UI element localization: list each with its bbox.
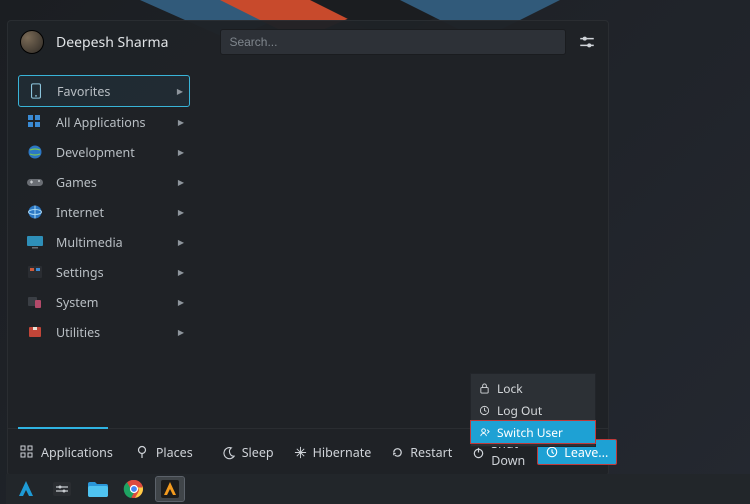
chevron-right-icon: ▶ [178,117,184,128]
category-list: Favorites ▶ All Applications ▶ Developme… [8,63,200,359]
tools-icon [26,263,44,281]
clock-icon [546,446,558,458]
category-label: Development [56,144,135,161]
chevron-right-icon: ▶ [177,86,183,97]
app-launcher-panel: Deepesh Sharma Favorites ▶ All Applicati… [7,20,609,476]
monitor-icon [26,233,44,251]
category-settings[interactable]: Settings ▶ [18,257,190,287]
category-development[interactable]: Development ▶ [18,137,190,167]
taskbar-settings[interactable] [48,477,76,501]
taskbar-app-active[interactable] [156,477,184,501]
tab-label: Places [156,444,193,461]
taskbar-arch-launcher[interactable] [12,477,40,501]
power-icon [472,446,485,459]
chevron-right-icon: ▶ [178,267,184,278]
globe-icon [26,143,44,161]
snowflake-icon [294,446,307,459]
apps-icon [20,445,34,459]
tab-applications[interactable]: Applications [20,444,113,461]
taskbar-chrome[interactable] [120,477,148,501]
category-label: Internet [56,204,104,221]
category-favorites[interactable]: Favorites ▶ [18,75,190,107]
category-label: Multimedia [56,234,123,251]
clock-icon [479,405,490,416]
category-utilities[interactable]: Utilities ▶ [18,317,190,347]
search-input[interactable] [220,29,566,55]
power-label: Restart [410,444,452,461]
chevron-right-icon: ▶ [178,177,184,188]
phone-icon [27,82,45,100]
chevron-right-icon: ▶ [178,207,184,218]
chevron-right-icon: ▶ [178,297,184,308]
category-internet[interactable]: Internet ▶ [18,197,190,227]
category-label: Utilities [56,324,100,341]
restart-icon [391,446,404,459]
chrome-icon [124,479,144,499]
user-avatar[interactable] [20,30,44,54]
category-label: Settings [56,264,104,281]
user-swap-icon [479,427,490,438]
category-all-applications[interactable]: All Applications ▶ [18,107,190,137]
arch-logo-icon [160,479,180,499]
controller-icon [26,173,44,191]
tab-places[interactable]: Places [135,444,193,461]
folder-icon [87,481,109,497]
launcher-topbar: Deepesh Sharma [8,21,608,63]
category-label: Favorites [57,83,110,100]
globe2-icon [26,203,44,221]
arch-icon [16,479,36,499]
leave-lock[interactable]: Lock [471,377,595,399]
power-hibernate[interactable]: Hibernate [286,440,380,464]
category-games[interactable]: Games ▶ [18,167,190,197]
chevron-right-icon: ▶ [178,237,184,248]
taskbar [6,474,750,504]
menu-label: Lock [497,380,523,397]
settings-icon[interactable] [578,33,596,51]
leave-switch-user[interactable]: Switch User [471,421,595,443]
tab-label: Applications [41,444,113,461]
device-icon [26,293,44,311]
category-system[interactable]: System ▶ [18,287,190,317]
leave-logout[interactable]: Log Out [471,399,595,421]
category-label: All Applications [56,114,146,131]
category-label: System [56,294,98,311]
sliders-icon [52,481,72,497]
chevron-right-icon: ▶ [178,147,184,158]
menu-label: Log Out [497,402,542,419]
grid-icon [26,113,44,131]
power-restart[interactable]: Restart [383,440,460,464]
leave-menu: Lock Log Out Switch User [470,373,596,447]
power-sleep[interactable]: Sleep [215,440,282,464]
user-name: Deepesh Sharma [56,33,168,52]
menu-label: Switch User [497,424,563,441]
power-label: Sleep [242,444,274,461]
lock-icon [479,383,490,394]
taskbar-file-manager[interactable] [84,477,112,501]
moon-icon [223,446,236,459]
category-label: Games [56,174,97,191]
chevron-right-icon: ▶ [178,327,184,338]
power-label: Hibernate [313,444,372,461]
box-icon [26,323,44,341]
places-icon [135,445,149,459]
category-multimedia[interactable]: Multimedia ▶ [18,227,190,257]
